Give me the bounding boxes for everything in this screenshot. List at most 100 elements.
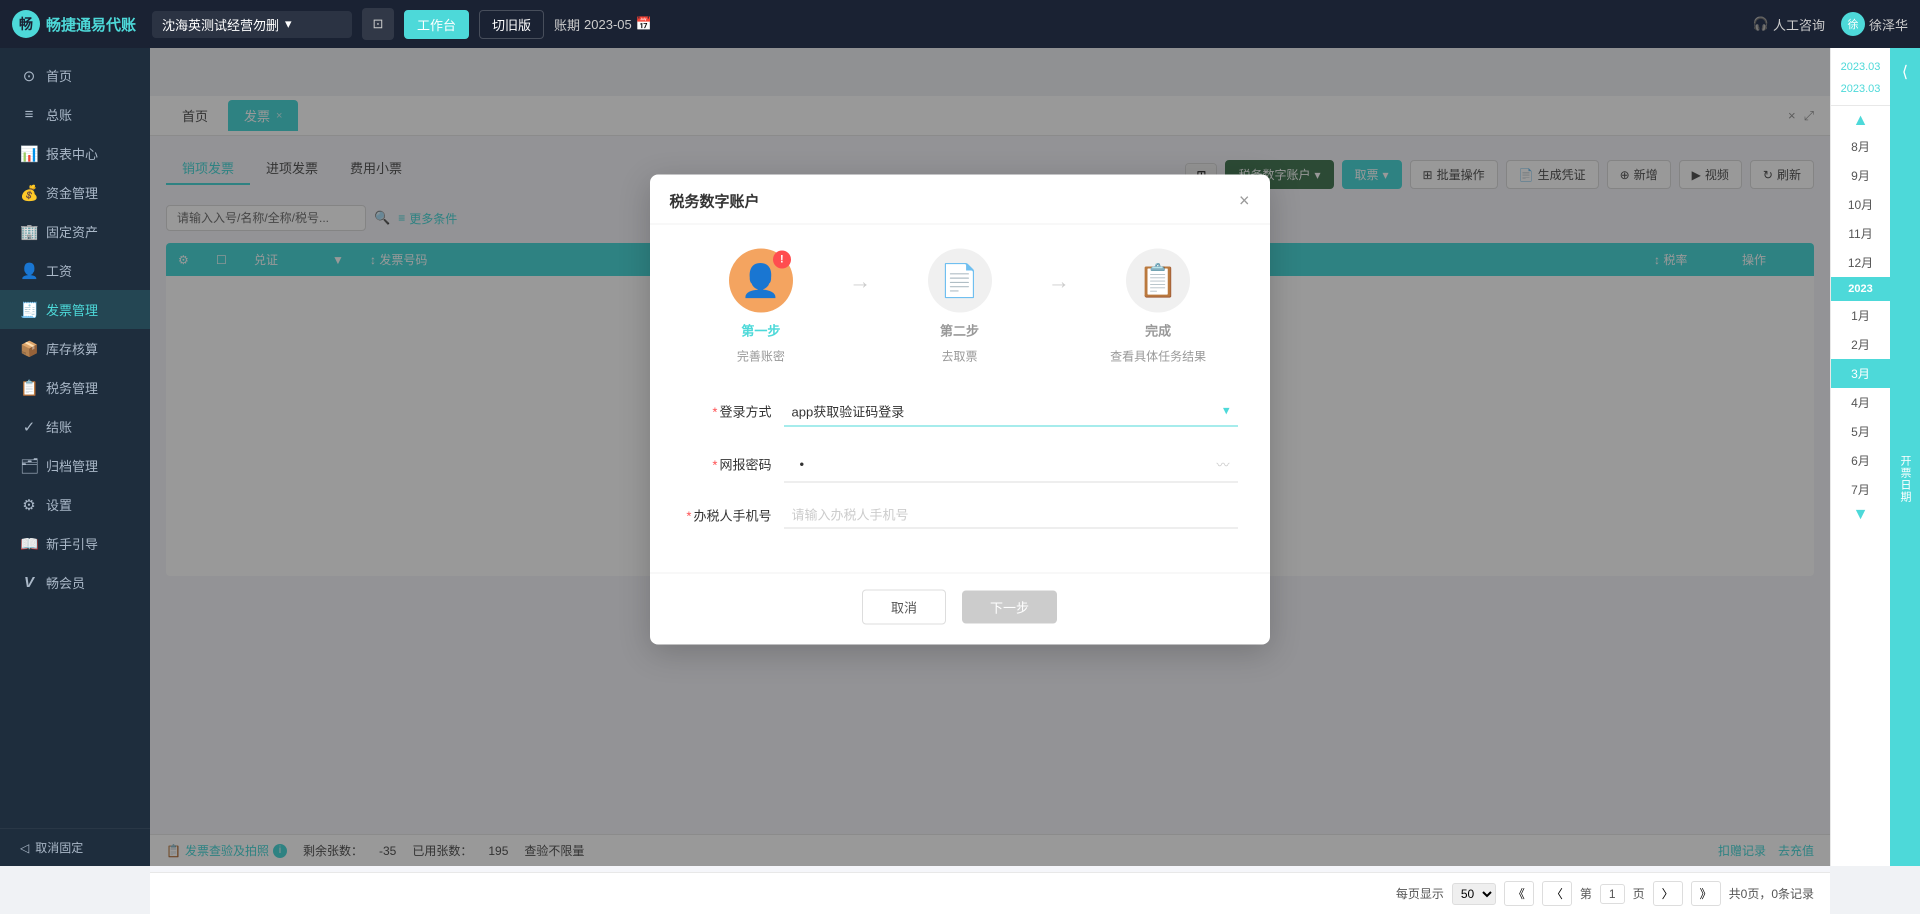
period-month-3[interactable]: 3月 — [1831, 359, 1890, 388]
support-label: 人工咨询 — [1773, 15, 1825, 34]
sidebar-label-assets: 固定资产 — [46, 222, 98, 241]
period-value: 2023-05 — [584, 17, 632, 32]
reports-icon: 📊 — [20, 145, 38, 163]
sidebar-item-payroll[interactable]: 👤 工资 — [0, 251, 150, 290]
period-month-7[interactable]: 7月 — [1831, 475, 1890, 504]
sidebar-item-assets[interactable]: 🏢 固定资产 — [0, 212, 150, 251]
steps-container: 👤 ! 第一步 完善账密 → 📄 第二步 去取票 → — [682, 249, 1238, 365]
period-month-12[interactable]: 12月 — [1831, 248, 1890, 277]
period-month-8[interactable]: 8月 — [1831, 132, 1890, 161]
company-selector[interactable]: 沈海英测试经营勿删 ▾ — [152, 11, 352, 38]
switch-version-button[interactable]: 切旧版 — [479, 10, 544, 39]
dialog-footer: 取消 下一步 — [650, 573, 1270, 645]
period-panel: 2023.03 2023.03 ▲ 8月 9月 10月 11月 12月 2023… — [1830, 48, 1890, 866]
pin-toggle[interactable]: ◁ 取消固定 — [0, 828, 150, 866]
period-month-5[interactable]: 5月 — [1831, 417, 1890, 446]
dialog-header: 税务数字账户 × — [650, 175, 1270, 225]
sidebar-item-member[interactable]: V 畅会员 — [0, 563, 150, 602]
login-method-select[interactable]: app获取验证码登录 ▾ — [784, 397, 1238, 427]
right-action-panel: ⟨ 开票日期 — [1890, 48, 1920, 866]
password-input-wrap: 〰 — [784, 447, 1238, 483]
step-1-label: 第一步 — [742, 321, 781, 340]
open-invoice-date-label: 开票日期 — [1897, 455, 1913, 503]
member-icon: V — [20, 574, 38, 591]
ledger-icon: ≡ — [20, 106, 38, 123]
calendar-icon[interactable]: 📅 — [636, 16, 652, 32]
current-page[interactable]: 1 — [1600, 884, 1625, 904]
period-scroll-up[interactable]: ▲ — [1853, 112, 1869, 130]
period-month-6[interactable]: 6月 — [1831, 446, 1890, 475]
company-dropdown-icon: ▾ — [285, 16, 292, 32]
sidebar-label-payroll: 工资 — [46, 261, 72, 280]
period-month-2[interactable]: 2月 — [1831, 330, 1890, 359]
topbar-right: 🎧 人工咨询 徐 徐泽华 — [1753, 12, 1908, 36]
chevron-left-icon: ⟨ — [1902, 62, 1908, 82]
prev-page-button[interactable]: 〈 — [1542, 881, 1572, 906]
phone-input[interactable] — [784, 503, 1238, 529]
sidebar-item-archive[interactable]: 🗂 归档管理 — [0, 446, 150, 485]
first-page-button[interactable]: 《 — [1504, 881, 1534, 906]
sidebar-item-inventory[interactable]: 📦 库存核算 — [0, 329, 150, 368]
next-button[interactable]: 下一步 — [963, 591, 1058, 624]
inventory-icon: 📦 — [20, 340, 38, 358]
cancel-button[interactable]: 取消 — [862, 590, 946, 625]
sidebar: ⊙ 首页 ≡ 总账 📊 报表中心 💰 资金管理 🏢 固定资产 👤 工资 🧾 发票… — [0, 48, 150, 866]
total-records: 共0页，0条记录 — [1729, 885, 1814, 902]
workspace-button[interactable]: 工作台 — [404, 10, 469, 39]
settings-icon: ⚙ — [20, 496, 38, 514]
next-page-button[interactable]: 〉 — [1653, 881, 1683, 906]
arrow-1-icon: → — [850, 269, 872, 295]
app-name: 畅捷通易代账 — [46, 14, 136, 35]
per-page-label: 每页显示 — [1396, 885, 1444, 902]
home-icon: ⊙ — [20, 67, 38, 85]
sidebar-item-ledger[interactable]: ≡ 总账 — [0, 95, 150, 134]
sidebar-label-ledger: 总账 — [46, 105, 72, 124]
notification-icon[interactable]: ⊡ — [362, 8, 394, 40]
period-display: 账期 2023-05 📅 — [554, 15, 652, 34]
password-input[interactable] — [792, 452, 1217, 477]
login-method-row: 登录方式 app获取验证码登录 ▾ — [682, 397, 1238, 427]
sidebar-item-tax[interactable]: 📋 税务管理 — [0, 368, 150, 407]
step-3-icon-wrap: 📋 — [1127, 249, 1191, 313]
sidebar-label-settle: 结账 — [46, 417, 72, 436]
sidebar-item-finance[interactable]: 💰 资金管理 — [0, 173, 150, 212]
step-2-desc: 去取票 — [942, 348, 978, 365]
period-month-11[interactable]: 11月 — [1831, 219, 1890, 248]
page-number-label: 第 — [1580, 885, 1592, 902]
period-month-1[interactable]: 1月 — [1831, 301, 1890, 330]
user-menu[interactable]: 徐 徐泽华 — [1841, 12, 1908, 36]
step-2-icon: 📄 — [940, 262, 980, 300]
dialog-title: 税务数字账户 — [670, 191, 760, 212]
period-scroll-down[interactable]: ▼ — [1853, 506, 1869, 524]
pin-label: 取消固定 — [35, 839, 83, 856]
step-2-icon-wrap: 📄 — [928, 249, 992, 313]
sidebar-item-home[interactable]: ⊙ 首页 — [0, 56, 150, 95]
step-3-label: 完成 — [1146, 321, 1172, 340]
step-1-icon: 👤 — [741, 262, 781, 300]
pin-icon: ◁ — [20, 841, 29, 855]
pagination: 每页显示 50 《 〈 第 1 页 〉 》 共0页，0条记录 — [150, 872, 1830, 914]
dialog-close-button[interactable]: × — [1239, 192, 1250, 210]
period-month-4[interactable]: 4月 — [1831, 388, 1890, 417]
step-1-desc: 完善账密 — [737, 348, 785, 365]
sidebar-item-reports[interactable]: 📊 报表中心 — [0, 134, 150, 173]
step-2: 📄 第二步 去取票 — [881, 249, 1040, 365]
last-page-button[interactable]: 》 — [1691, 881, 1721, 906]
step-3: 📋 完成 查看具体任务结果 — [1079, 249, 1238, 365]
tax-digital-dialog: 税务数字账户 × 👤 ! 第一步 完善账密 → 📄 — [650, 175, 1270, 645]
open-invoice-date-button[interactable]: ⟨ — [1890, 56, 1920, 88]
user-avatar-icon: 徐 — [1841, 12, 1865, 36]
per-page-select[interactable]: 50 — [1452, 883, 1496, 905]
invoice-icon: 🧾 — [20, 301, 38, 319]
sidebar-item-settings[interactable]: ⚙ 设置 — [0, 485, 150, 524]
sidebar-item-guide[interactable]: 📖 新手引导 — [0, 524, 150, 563]
sidebar-item-settle[interactable]: ✓ 结账 — [0, 407, 150, 446]
sidebar-label-guide: 新手引导 — [46, 534, 98, 553]
period-month-10[interactable]: 10月 — [1831, 190, 1890, 219]
period-year-2023[interactable]: 2023 — [1831, 277, 1890, 301]
sidebar-label-member: 畅会员 — [46, 573, 85, 592]
sidebar-item-invoice[interactable]: 🧾 发票管理 — [0, 290, 150, 329]
eye-toggle-icon[interactable]: 〰 — [1217, 455, 1230, 474]
period-month-9[interactable]: 9月 — [1831, 161, 1890, 190]
support-button[interactable]: 🎧 人工咨询 — [1753, 15, 1825, 34]
